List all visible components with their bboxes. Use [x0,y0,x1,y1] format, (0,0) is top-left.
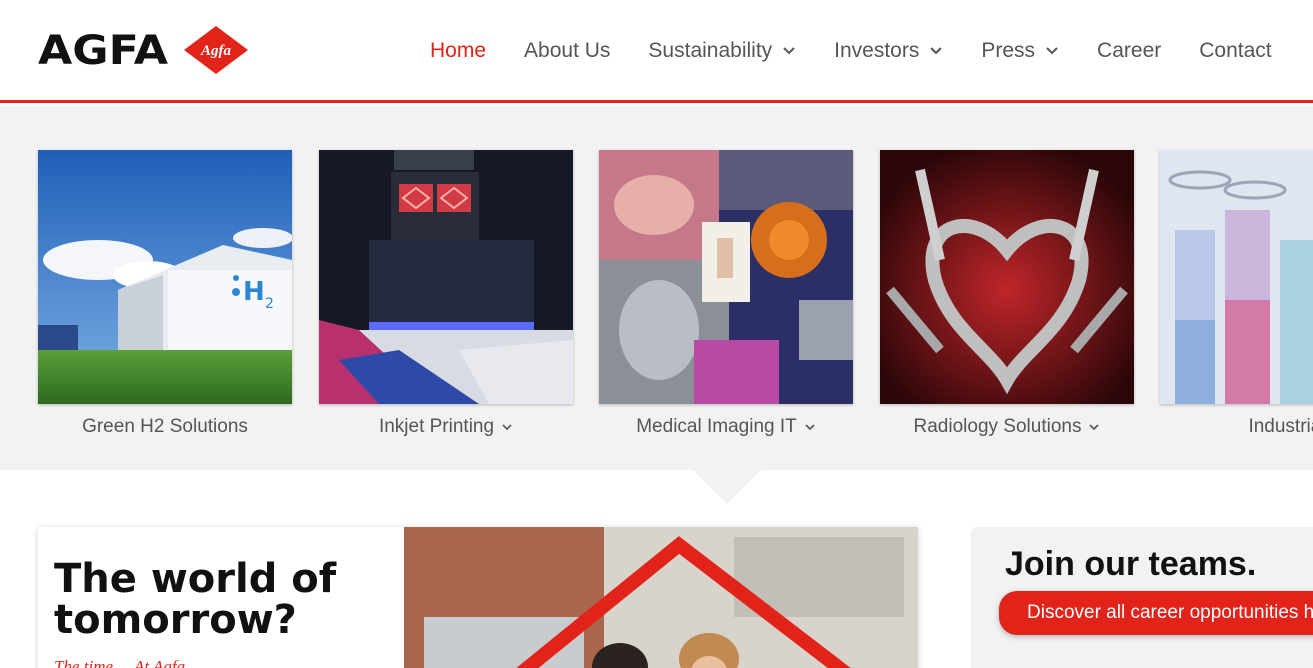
feature-subtitle: The time ... At Agfa [54,657,186,668]
nav-home[interactable]: Home [430,39,486,63]
careers-card: Join our teams. Discover all career oppo… [971,527,1313,668]
page: AGFA Agfa Home About Us Sustainability I… [0,0,1313,668]
tile-label: Radiology Solutions [880,416,1134,438]
hydrogen-container-image: H 2 [38,150,292,404]
career-opportunities-button[interactable]: Discover all career opportunities here [999,591,1313,635]
feature-title: The world of tomorrow? [54,556,337,643]
band-pointer [693,470,761,504]
tile-green-h2[interactable]: H 2 Green H2 Solutions [38,150,292,438]
tile-label: Medical Imaging IT [599,416,853,438]
chevron-down-icon [1045,44,1059,58]
nav-sustainability[interactable]: Sustainability [648,39,796,63]
nav-investors-label: Investors [834,39,920,62]
chevron-down-icon [501,421,513,433]
nav-career-label: Career [1097,39,1162,62]
nav-press[interactable]: Press [981,39,1059,63]
svg-text:AGFA: AGFA [38,28,168,74]
nav-sustainability-label: Sustainability [648,39,773,62]
nav-about-us-label: About Us [524,39,611,62]
nav-home-label: Home [430,39,487,62]
nav-about-us[interactable]: About Us [524,39,610,63]
xray-hands-heart-image [880,150,1134,404]
product-carousel: H 2 Green H2 Solutions Inkjet Printing M… [0,106,1313,470]
tile-industrial[interactable]: Industrial [1160,150,1313,438]
careers-title: Join our teams. [1005,545,1257,583]
nav-press-label: Press [981,39,1036,62]
team-photo-image [404,527,918,668]
tile-radiology-solutions[interactable]: Radiology Solutions [880,150,1134,438]
nav-contact[interactable]: Contact [1199,39,1271,63]
svg-text:Agfa: Agfa [200,43,232,59]
chevron-down-icon [929,44,943,58]
site-header: AGFA Agfa Home About Us Sustainability I… [0,0,1313,103]
tile-inkjet-printing[interactable]: Inkjet Printing [319,150,573,438]
feature-card[interactable]: The world of tomorrow? The time ... At A… [38,527,918,668]
tile-label: Inkjet Printing [319,416,573,438]
tile-label: Industrial [1248,416,1313,437]
nav-career[interactable]: Career [1097,39,1161,63]
tile-medical-imaging-it[interactable]: Medical Imaging IT [599,150,853,438]
agfa-logo[interactable]: AGFA Agfa [38,24,253,76]
chevron-down-icon [782,44,796,58]
main-nav: Home About Us Sustainability Investors P… [430,36,1310,66]
nav-contact-label: Contact [1199,39,1272,62]
chevron-down-icon [1088,421,1100,433]
chevron-down-icon [804,421,816,433]
test-tubes-image [1160,150,1313,404]
inkjet-printhead-image [319,150,573,404]
svg-text:H: H [243,277,265,307]
nav-investors[interactable]: Investors [834,39,943,63]
svg-text:2: 2 [265,296,274,312]
medical-collage-image [599,150,853,404]
tile-label: Green H2 Solutions [82,416,248,437]
